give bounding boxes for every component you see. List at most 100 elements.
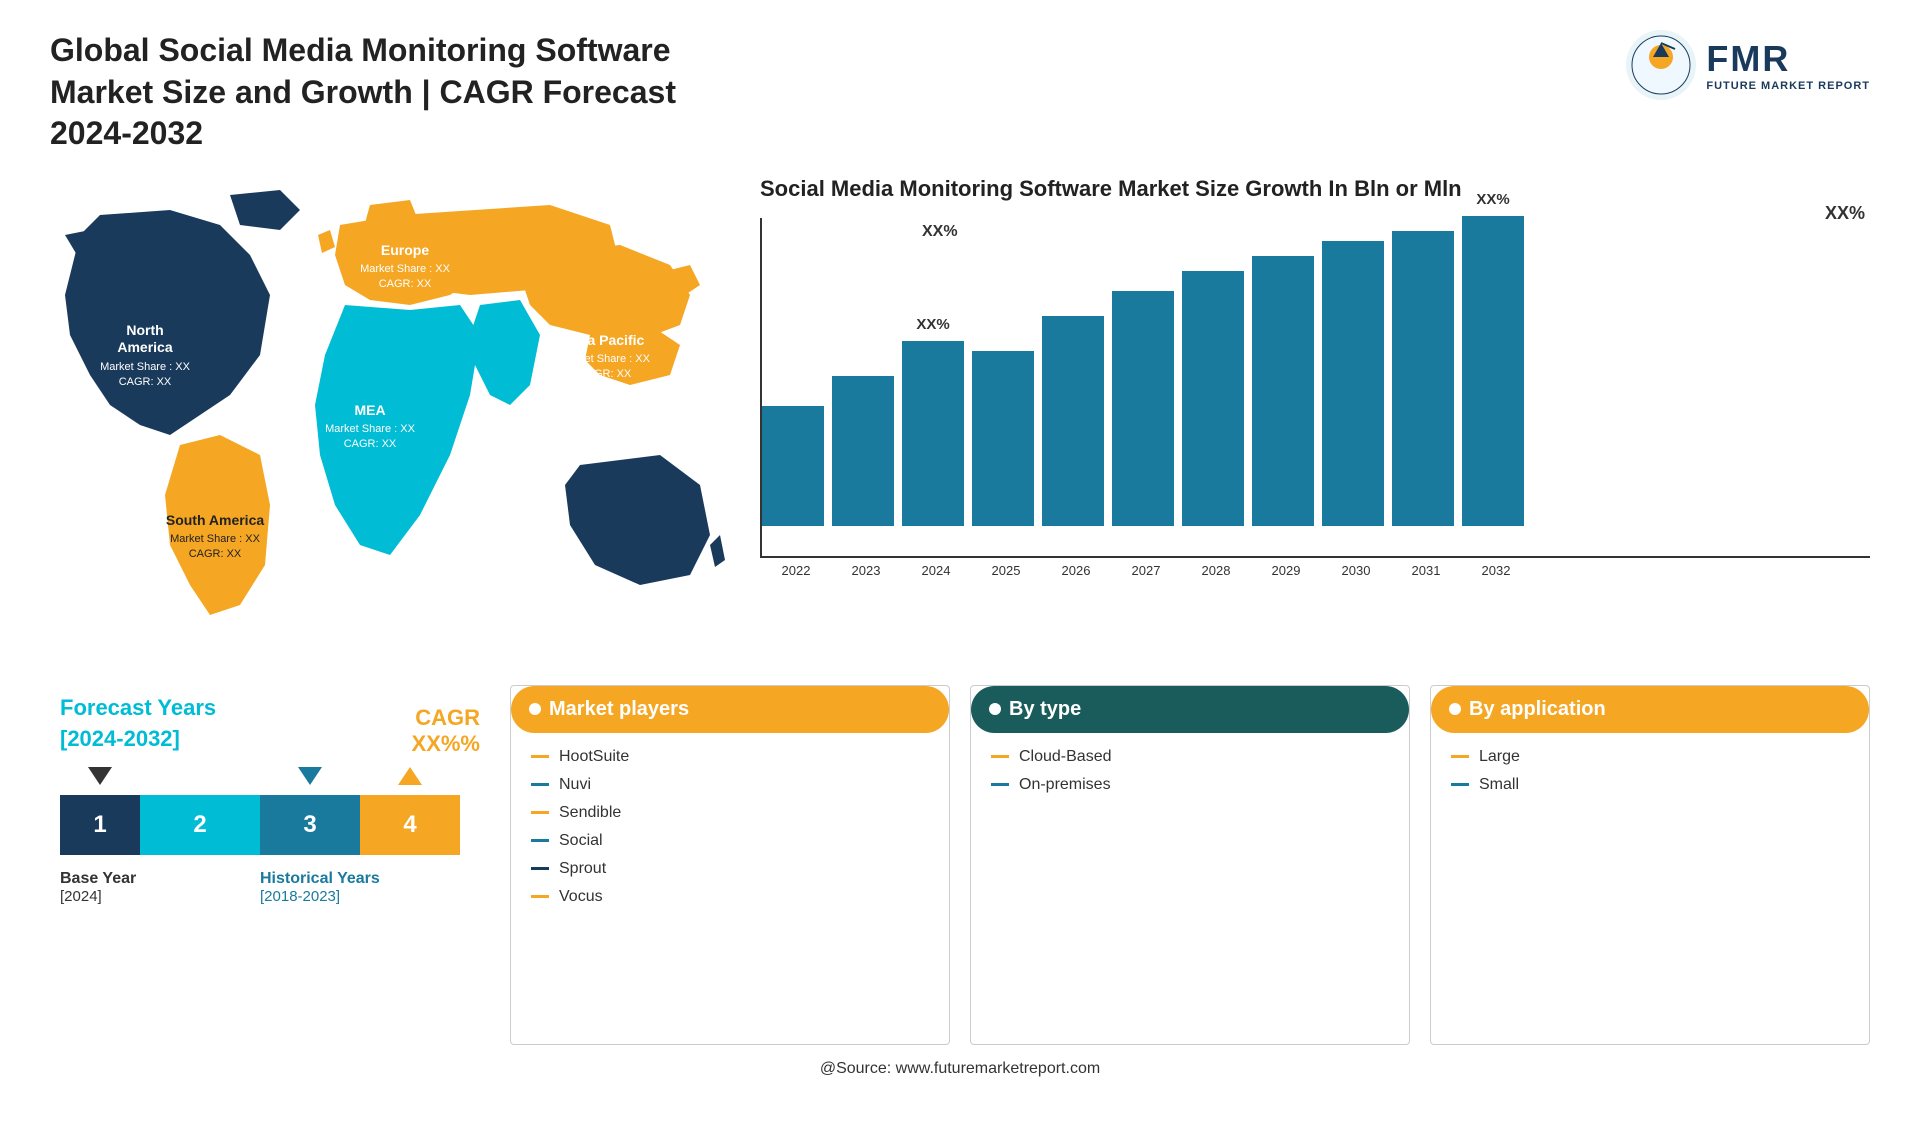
logo-text: FMR FUTURE MARKET REPORT (1706, 38, 1870, 92)
list-item: Sprout (531, 860, 929, 878)
bar-year-label: 2023 (835, 563, 897, 578)
cards-section: Market players HootSuite Nuvi Sendible (510, 685, 1870, 1045)
page-title: Global Social Media Monitoring Software … (50, 30, 750, 155)
list-item: Vocus (531, 888, 929, 906)
player-sendible: Sendible (559, 804, 621, 822)
logo-area: FMR FUTURE MARKET REPORT (1626, 30, 1870, 100)
list-item: Cloud-Based (991, 748, 1389, 766)
timeline-labels: Base Year [2024] Historical Years [2018-… (60, 865, 480, 905)
type-onprem: On-premises (1019, 776, 1111, 794)
list-item: Nuvi (531, 776, 929, 794)
bar-year-label: 2026 (1045, 563, 1107, 578)
card-dot (1449, 703, 1461, 715)
svg-text:CAGR: XX: CAGR: XX (119, 376, 172, 388)
svg-text:Market Share : XX: Market Share : XX (170, 533, 261, 545)
cagr-arrow (398, 767, 422, 785)
bar-year-label: 2032 (1465, 563, 1527, 578)
dash-icon (991, 783, 1009, 786)
svg-text:CAGR: XX: CAGR: XX (344, 438, 397, 450)
card-title-by-type: By type (1009, 698, 1081, 721)
dash-icon (531, 839, 549, 842)
card-market-players: Market players HootSuite Nuvi Sendible (510, 685, 950, 1045)
dash-icon (531, 755, 549, 758)
svg-text:CAGR: XX: CAGR: XX (379, 278, 432, 290)
card-dot (529, 703, 541, 715)
dash-icon (531, 867, 549, 870)
svg-text:Market Share : XX: Market Share : XX (360, 263, 451, 275)
list-item: Small (1451, 776, 1849, 794)
svg-text:Europe: Europe (381, 242, 429, 258)
bar-item (972, 351, 1034, 526)
type-cloud: Cloud-Based (1019, 748, 1112, 766)
bar-year-label: 2024 (905, 563, 967, 578)
bar-item (1392, 231, 1454, 526)
base-year-label: Base Year (60, 870, 140, 888)
bar-label: XX% (916, 316, 949, 333)
list-item: Sendible (531, 804, 929, 822)
player-vocus: Vocus (559, 888, 603, 906)
card-content-by-application: Large Small (1431, 733, 1869, 819)
dash-icon (531, 783, 549, 786)
card-content-market-players: HootSuite Nuvi Sendible Social (511, 733, 949, 931)
app-large: Large (1479, 748, 1520, 766)
main-content: North America Market Share : XX CAGR: XX… (50, 175, 1870, 655)
svg-text:Asia Pacific: Asia Pacific (566, 332, 645, 348)
card-by-application: By application Large Small (1430, 685, 1870, 1045)
bar-year-label: 2030 (1325, 563, 1387, 578)
logo-icon (1626, 30, 1696, 100)
card-dot (989, 703, 1001, 715)
historical-label: Historical Years (260, 870, 460, 888)
card-content-by-type: Cloud-Based On-premises (971, 733, 1409, 819)
card-header-by-application: By application (1431, 686, 1869, 733)
dash-icon (1451, 783, 1469, 786)
bar-year-label: 2022 (765, 563, 827, 578)
bar-item (1252, 256, 1314, 526)
world-map-svg: North America Market Share : XX CAGR: XX… (50, 175, 730, 655)
timeline-bar: 1 2 3 4 (60, 795, 480, 855)
chart-section: Social Media Monitoring Software Market … (760, 175, 1870, 655)
list-item: Social (531, 832, 929, 850)
fmr-label: FMR (1706, 38, 1870, 80)
list-item: Large (1451, 748, 1849, 766)
player-nuvi: Nuvi (559, 776, 591, 794)
timeline-section: Forecast Years [2024-2032] CAGR XX%% (50, 685, 490, 1045)
forecast-row: Forecast Years [2024-2032] CAGR XX%% (60, 695, 480, 757)
svg-text:CAGR: XX: CAGR: XX (579, 368, 632, 380)
tl-seg-2: 2 (140, 795, 260, 855)
svg-text:CAGR: XX: CAGR: XX (189, 548, 242, 560)
app-small: Small (1479, 776, 1519, 794)
card-by-type: By type Cloud-Based On-premises (970, 685, 1410, 1045)
historical-value: [2018-2023] (260, 888, 460, 905)
bar-item: XX% (1462, 216, 1524, 526)
svg-text:MEA: MEA (354, 402, 385, 418)
dash-icon (531, 811, 549, 814)
chart-title: Social Media Monitoring Software Market … (760, 175, 1870, 204)
bar-year-label: 2028 (1185, 563, 1247, 578)
card-title-market-players: Market players (549, 698, 689, 721)
cagr-value: XX%% (412, 731, 480, 757)
map-section: North America Market Share : XX CAGR: XX… (50, 175, 730, 655)
list-item: On-premises (991, 776, 1389, 794)
svg-text:Market Share : XX: Market Share : XX (100, 361, 191, 373)
bar-chart: XX% XX% (760, 218, 1870, 558)
source-footer: @Source: www.futuremarketreport.com (50, 1060, 1870, 1078)
bar-label: XX% (1476, 191, 1509, 208)
forecast-years: [2024-2032] (60, 726, 216, 752)
tl-seg-3: 3 (260, 795, 360, 855)
historical-arrow (298, 767, 322, 785)
player-hootsuite: HootSuite (559, 748, 629, 766)
svg-text:Market Share : XX: Market Share : XX (560, 353, 651, 365)
dash-icon (1451, 755, 1469, 758)
bar-item: XX% (902, 341, 964, 526)
fmr-sublabel: FUTURE MARKET REPORT (1706, 80, 1870, 92)
card-header-market-players: Market players (511, 686, 949, 733)
forecast-label: Forecast Years (60, 695, 216, 721)
bar-item (1042, 316, 1104, 526)
bar-year-label: 2029 (1255, 563, 1317, 578)
base-year-value: [2024] (60, 888, 140, 905)
cagr-label: CAGR (412, 705, 480, 731)
bar-item (1112, 291, 1174, 526)
bar-year-label: 2025 (975, 563, 1037, 578)
svg-text:Market Share : XX: Market Share : XX (325, 423, 416, 435)
player-sprout: Sprout (559, 860, 606, 878)
